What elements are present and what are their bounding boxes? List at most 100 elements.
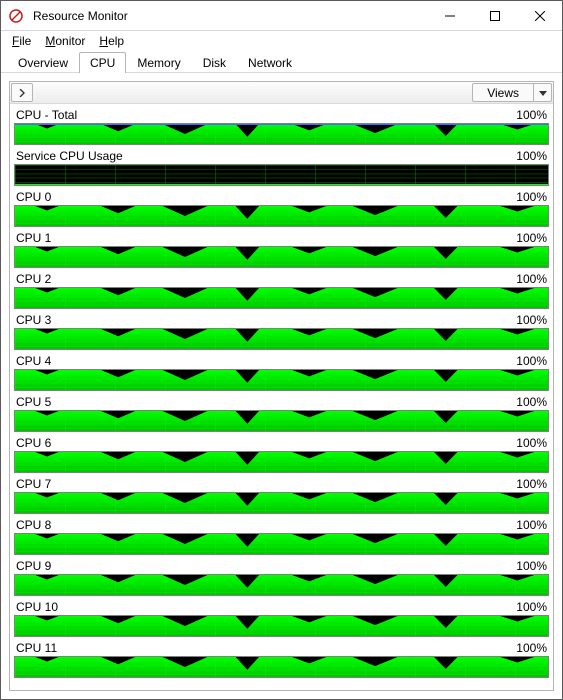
graph-name: CPU 3 [16, 313, 516, 327]
graph-header: CPU 10100% [14, 600, 549, 615]
graph-block: CPU 3100% [14, 313, 549, 350]
graph-header: Service CPU Usage100% [14, 149, 549, 164]
window-controls [427, 1, 562, 30]
graph-area [14, 205, 549, 227]
graph-percent: 100% [516, 436, 547, 450]
graph-dips [15, 616, 548, 636]
graph-dips [15, 493, 548, 513]
graph-area [14, 574, 549, 596]
collapse-toggle[interactable] [11, 83, 33, 102]
menu-monitor[interactable]: Monitor [38, 33, 92, 49]
graph-block: CPU 2100% [14, 272, 549, 309]
graph-name: CPU 8 [16, 518, 516, 532]
graph-dips [15, 575, 548, 595]
graph-name: CPU 4 [16, 354, 516, 368]
graph-name: CPU - Total [16, 108, 516, 122]
graph-area [14, 369, 549, 391]
graph-name: CPU 6 [16, 436, 516, 450]
graph-area [14, 123, 549, 145]
graph-highlight-line [15, 124, 548, 125]
graph-header: CPU 4100% [14, 354, 549, 369]
graph-name: CPU 0 [16, 190, 516, 204]
graph-area [14, 246, 549, 268]
graph-block: CPU 6100% [14, 436, 549, 473]
graph-block: CPU - Total100% [14, 108, 549, 145]
views-label[interactable]: Views [472, 83, 534, 102]
graph-percent: 100% [516, 149, 547, 163]
graph-block: Service CPU Usage100% [14, 149, 549, 186]
graph-header: CPU 9100% [14, 559, 549, 574]
views-control[interactable]: Views [472, 83, 552, 102]
tabs: Overview CPU Memory Disk Network [1, 50, 562, 73]
tab-memory[interactable]: Memory [126, 52, 191, 73]
tab-disk[interactable]: Disk [192, 52, 237, 73]
graph-area [14, 451, 549, 473]
window-title: Resource Monitor [31, 9, 427, 23]
graph-percent: 100% [516, 559, 547, 573]
app-icon [1, 8, 31, 24]
graph-area [14, 533, 549, 555]
minimize-button[interactable] [427, 1, 472, 30]
graph-block: CPU 1100% [14, 231, 549, 268]
graph-name: CPU 1 [16, 231, 516, 245]
graph-dips [15, 657, 548, 677]
graph-dips [15, 247, 548, 267]
graph-dips [15, 370, 548, 390]
cpu-graphs-panel: Views CPU - Total100%Service CPU Usage10… [9, 81, 554, 691]
tab-network[interactable]: Network [237, 52, 303, 73]
graph-block: CPU 9100% [14, 559, 549, 596]
content-area: Views CPU - Total100%Service CPU Usage10… [1, 73, 562, 699]
graph-percent: 100% [516, 313, 547, 327]
graph-percent: 100% [516, 272, 547, 286]
graph-block: CPU 10100% [14, 600, 549, 637]
graph-percent: 100% [516, 641, 547, 655]
graph-block: CPU 5100% [14, 395, 549, 432]
graph-area [14, 164, 549, 186]
graph-dips [15, 452, 548, 472]
graph-block: CPU 8100% [14, 518, 549, 555]
tab-overview[interactable]: Overview [7, 52, 79, 73]
graph-percent: 100% [516, 395, 547, 409]
graph-dips [15, 288, 548, 308]
graph-header: CPU - Total100% [14, 108, 549, 123]
graph-name: Service CPU Usage [16, 149, 516, 163]
graph-dips [15, 124, 548, 144]
graph-header: CPU 7100% [14, 477, 549, 492]
views-dropdown[interactable] [534, 83, 552, 102]
graph-header: CPU 2100% [14, 272, 549, 287]
graph-dips [15, 534, 548, 554]
graph-name: CPU 10 [16, 600, 516, 614]
chevron-right-icon [18, 89, 26, 97]
menu-help[interactable]: Help [92, 33, 131, 49]
graph-area [14, 287, 549, 309]
graph-header: CPU 3100% [14, 313, 549, 328]
graph-dips [15, 411, 548, 431]
graph-name: CPU 9 [16, 559, 516, 573]
panel-toolbar: Views [10, 82, 553, 104]
graphs-list: CPU - Total100%Service CPU Usage100%CPU … [10, 104, 553, 690]
graph-percent: 100% [516, 600, 547, 614]
graph-percent: 100% [516, 518, 547, 532]
graph-dips [15, 206, 548, 226]
titlebar[interactable]: Resource Monitor [1, 1, 562, 31]
menu-file[interactable]: File [5, 33, 38, 49]
maximize-button[interactable] [472, 1, 517, 30]
graph-block: CPU 0100% [14, 190, 549, 227]
graph-area [14, 615, 549, 637]
graph-header: CPU 0100% [14, 190, 549, 205]
graph-percent: 100% [516, 190, 547, 204]
tab-cpu[interactable]: CPU [79, 52, 126, 73]
graph-area [14, 492, 549, 514]
graph-name: CPU 2 [16, 272, 516, 286]
graph-name: CPU 7 [16, 477, 516, 491]
graph-header: CPU 5100% [14, 395, 549, 410]
graph-header: CPU 1100% [14, 231, 549, 246]
close-button[interactable] [517, 1, 562, 30]
chevron-down-icon [539, 89, 547, 97]
graph-header: CPU 11100% [14, 641, 549, 656]
graph-name: CPU 11 [16, 641, 516, 655]
graph-block: CPU 4100% [14, 354, 549, 391]
graph-percent: 100% [516, 477, 547, 491]
graph-baseline [15, 184, 548, 185]
graph-block: CPU 7100% [14, 477, 549, 514]
